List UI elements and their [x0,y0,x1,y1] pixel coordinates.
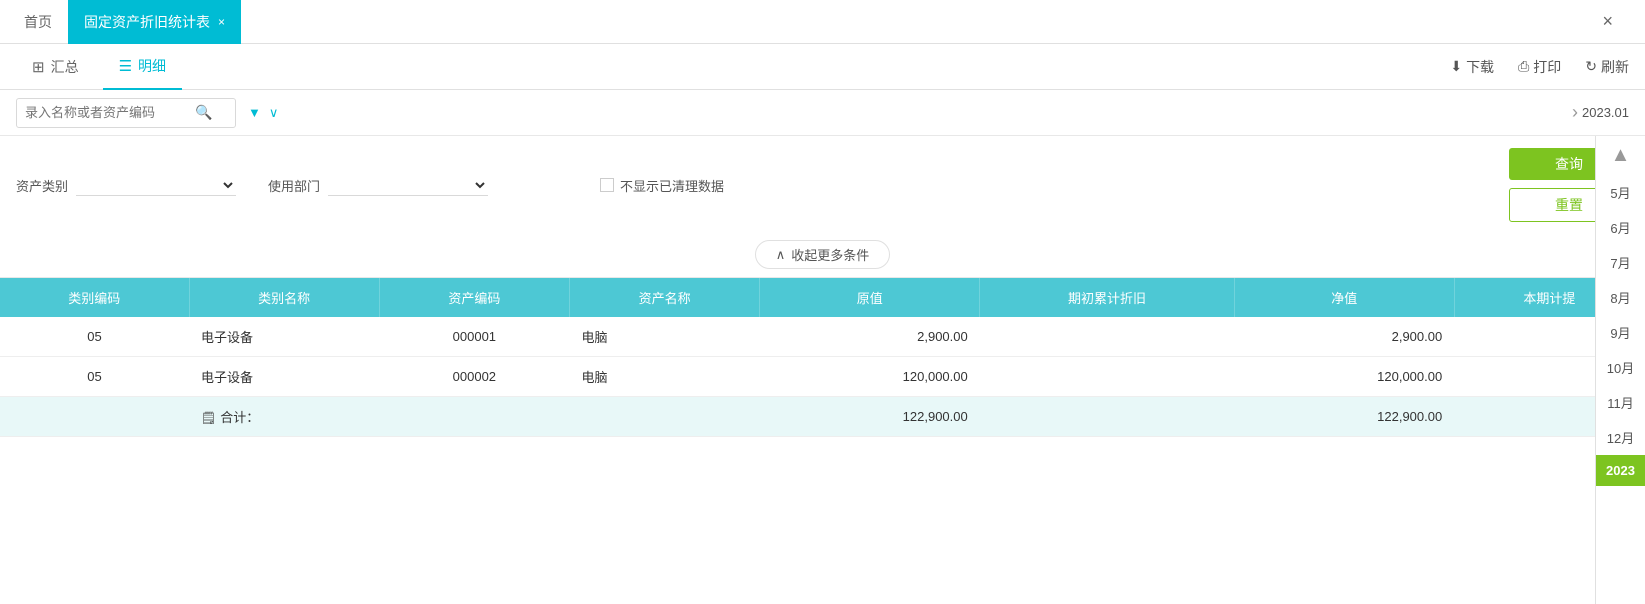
chevron-down-icon: ∨ [269,105,279,121]
collapse-icon: ∧ [776,247,786,263]
filter-row: 资产类别 使用部门 不显示已清理数据 查询 重置 [16,148,1629,222]
cell-net-value: 2,900.00 [1234,317,1454,357]
month-item[interactable]: 10月 [1607,350,1634,385]
search-input[interactable] [25,105,195,120]
col-accum-dep: 期初累计折旧 [980,278,1234,317]
home-nav[interactable]: 首页 [16,12,60,32]
active-tab[interactable]: 固定资产折旧统计表 × [68,0,241,44]
search-bar: 🔍 ▼ ∨ › 2023.01 [0,90,1645,136]
cell-asset-name: 电脑 [569,357,759,397]
month-list: 5月6月7月8月9月10月11月12月 [1607,175,1634,455]
cell-asset-name: 电脑 [569,317,759,357]
more-conditions-btn[interactable]: ▼ ∨ [248,105,278,121]
exclude-cleared-checkbox[interactable] [600,178,614,192]
asset-type-select[interactable] [76,174,236,196]
cell-cat-code: 05 [0,357,189,397]
total-row: 🗒合计： 122,900.00 122,900.00 [0,397,1645,437]
month-item[interactable]: 12月 [1607,420,1634,455]
total-icon: 🗒 [201,411,216,425]
main-table: 类别编码 类别名称 资产编码 资产名称 原值 期初累计折旧 净值 本期计提 05… [0,278,1645,437]
refresh-label: 刷新 [1601,57,1629,77]
panel-up-arrow[interactable]: ▲ [1611,136,1631,175]
exclude-cleared-label: 不显示已清理数据 [620,176,724,195]
tab-summary-label: 汇总 [51,57,79,77]
summary-icon: ⊞ [32,58,45,76]
cell-asset-code: 000002 [379,357,569,397]
filter-area: 资产类别 使用部门 不显示已清理数据 查询 重置 [0,136,1645,278]
table-row: 05 电子设备 000002 电脑 120,000.00 120,000.00 [0,357,1645,397]
table-header-row: 类别编码 类别名称 资产编码 资产名称 原值 期初累计折旧 净值 本期计提 [0,278,1645,317]
print-icon: ⎙ [1518,58,1529,75]
window-close-btn[interactable]: × [1586,11,1629,32]
month-item[interactable]: 11月 [1607,385,1634,420]
cell-cat-name: 电子设备 [189,357,379,397]
cell-net-value: 120,000.00 [1234,357,1454,397]
date-label: 2023.01 [1582,105,1629,120]
total-net-value: 122,900.00 [1234,397,1454,437]
dept-select[interactable] [328,174,488,196]
chevron-right-icon: › [1572,102,1578,123]
cell-accum-dep [980,357,1234,397]
collapse-bar: ∧ 收起更多条件 [16,234,1629,277]
collapse-btn[interactable]: ∧ 收起更多条件 [755,240,891,269]
dept-label: 使用部门 [268,176,320,195]
col-net-value: 净值 [1234,278,1454,317]
total-accum-dep [980,397,1234,437]
total-icon-cell [0,397,189,437]
right-panel: ▲ 5月6月7月8月9月10月11月12月 2023 [1595,136,1645,604]
dept-field: 使用部门 [268,174,488,196]
search-input-wrap[interactable]: 🔍 [16,98,236,128]
cell-original: 2,900.00 [760,317,980,357]
tab-label: 固定资产折旧统计表 [84,12,210,32]
col-cat-name: 类别名称 [189,278,379,317]
total-label-cell: 🗒合计： [189,397,569,437]
top-nav: 首页 固定资产折旧统计表 × × [0,0,1645,44]
month-item[interactable]: 5月 [1607,175,1634,210]
detail-icon: ☰ [119,57,132,75]
cell-cat-name: 电子设备 [189,317,379,357]
month-item[interactable]: 7月 [1607,245,1634,280]
main-content: 资产类别 使用部门 不显示已清理数据 查询 重置 [0,136,1645,604]
col-asset-code: 资产编码 [379,278,569,317]
tab-summary[interactable]: ⊞ 汇总 [16,44,95,90]
col-asset-name: 资产名称 [569,278,759,317]
filter-icon: ▼ [248,105,261,120]
asset-type-label: 资产类别 [16,176,68,195]
month-item[interactable]: 8月 [1607,280,1634,315]
col-cat-code: 类别编码 [0,278,189,317]
collapse-label: 收起更多条件 [791,245,869,264]
cell-original: 120,000.00 [760,357,980,397]
sub-tabs-bar: ⊞ 汇总 ☰ 明细 ⬇ 下载 ⎙ 打印 ↻ 刷新 [0,44,1645,90]
year-label[interactable]: 2023 [1596,455,1645,486]
table-row: 05 电子设备 000001 电脑 2,900.00 2,900.00 [0,317,1645,357]
refresh-icon: ↻ [1585,58,1597,75]
search-icon[interactable]: 🔍 [195,104,212,121]
table-wrap: 类别编码 类别名称 资产编码 资产名称 原值 期初累计折旧 净值 本期计提 05… [0,278,1645,604]
tab-detail[interactable]: ☰ 明细 [103,44,182,90]
cell-accum-dep [980,317,1234,357]
cell-cat-code: 05 [0,317,189,357]
asset-type-field: 资产类别 [16,174,236,196]
month-item[interactable]: 6月 [1607,210,1634,245]
total-original: 122,900.00 [760,397,980,437]
print-btn[interactable]: ⎙ 打印 [1518,57,1561,77]
print-label: 打印 [1533,57,1561,77]
content-area: 资产类别 使用部门 不显示已清理数据 查询 重置 [0,136,1645,604]
download-btn[interactable]: ⬇ 下载 [1450,57,1494,77]
month-item[interactable]: 9月 [1607,315,1634,350]
exclude-cleared-area: 不显示已清理数据 [600,176,724,195]
toolbar-right: ⬇ 下载 ⎙ 打印 ↻ 刷新 [1450,57,1629,77]
panel-arrow-btn[interactable]: › 2023.01 [1572,102,1629,123]
download-label: 下载 [1466,57,1494,77]
download-icon: ⬇ [1450,58,1462,75]
tab-close-btn[interactable]: × [218,15,225,29]
refresh-btn[interactable]: ↻ 刷新 [1585,57,1629,77]
col-original: 原值 [760,278,980,317]
cell-asset-code: 000001 [379,317,569,357]
tab-detail-label: 明细 [138,56,166,76]
table-body: 05 电子设备 000001 电脑 2,900.00 2,900.00 05 电… [0,317,1645,437]
